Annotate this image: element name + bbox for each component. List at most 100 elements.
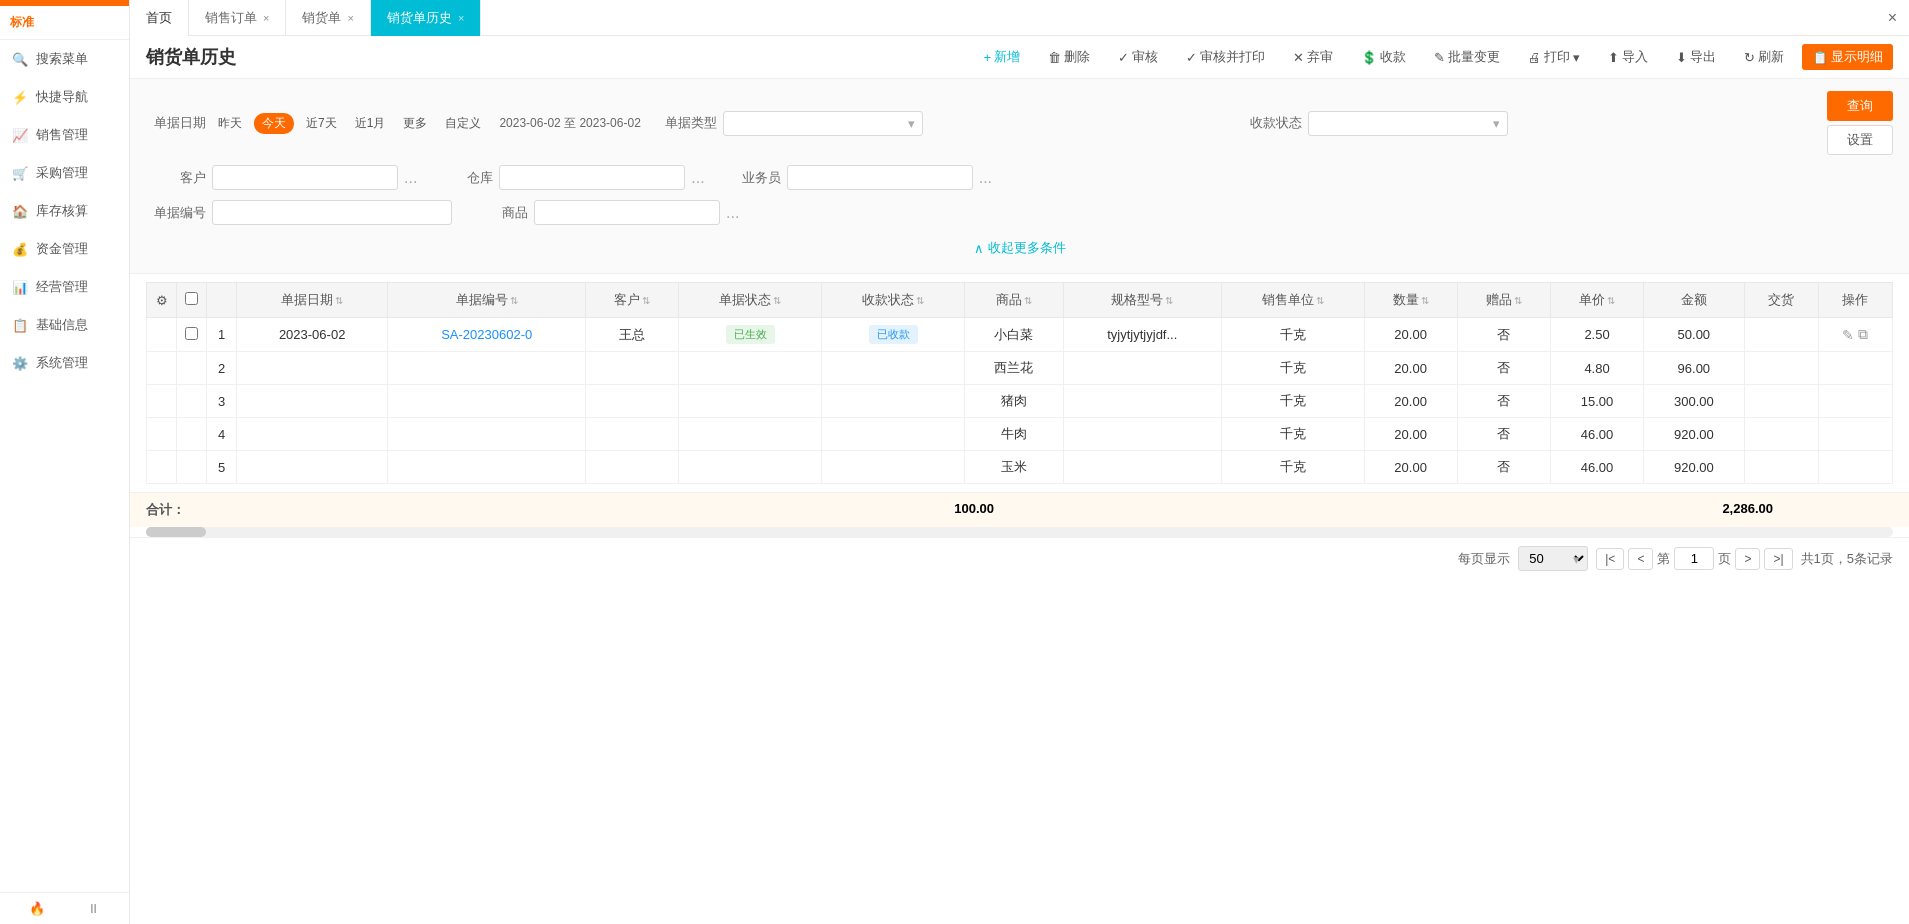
- query-button[interactable]: 查询: [1827, 91, 1893, 121]
- abandon-button[interactable]: ✕ 弃审: [1283, 44, 1343, 70]
- date-btn-1month[interactable]: 近1月: [349, 113, 392, 134]
- date-sort[interactable]: 单据日期 ⇅: [281, 291, 343, 309]
- first-page-button[interactable]: |<: [1596, 548, 1624, 570]
- order-status-sort[interactable]: 单据状态 ⇅: [719, 291, 781, 309]
- customer-sort[interactable]: 客户 ⇅: [614, 291, 650, 309]
- salesperson-input[interactable]: [787, 165, 973, 190]
- export-button[interactable]: ⬇ 导出: [1666, 44, 1726, 70]
- date-btn-today[interactable]: 今天: [254, 113, 294, 134]
- new-button[interactable]: + 新增: [973, 44, 1030, 70]
- col-goods[interactable]: 商品 ⇅: [964, 283, 1063, 318]
- date-btn-7days[interactable]: 近7天: [300, 113, 343, 134]
- receive-button[interactable]: 💲 收款: [1351, 44, 1416, 70]
- goods-dots[interactable]: ...: [726, 204, 739, 222]
- print-button[interactable]: 🖨 打印 ▾: [1518, 44, 1590, 70]
- spec-sort[interactable]: 规格型号 ⇅: [1111, 291, 1173, 309]
- payment-status-sort[interactable]: 收款状态 ⇅: [862, 291, 924, 309]
- row-order-no-cell[interactable]: [388, 385, 586, 418]
- select-all-checkbox[interactable]: [185, 292, 198, 305]
- tab-sales-delivery[interactable]: 销货单 ×: [286, 0, 370, 36]
- collapse-button[interactable]: ∧ 收起更多条件: [974, 239, 1066, 257]
- order-no-link[interactable]: SA-20230602-0: [441, 327, 532, 342]
- row-check-cell[interactable]: [177, 352, 207, 385]
- col-payment-status[interactable]: 收款状态 ⇅: [822, 283, 965, 318]
- row-order-no-cell[interactable]: SA-20230602-0: [388, 318, 586, 352]
- qty-sort[interactable]: 数量 ⇅: [1393, 291, 1429, 309]
- row-check-cell[interactable]: [177, 385, 207, 418]
- sidebar-item-quick-nav[interactable]: ⚡ 快捷导航: [0, 78, 129, 116]
- audit-button[interactable]: ✓ 审核: [1108, 44, 1168, 70]
- sidebar-item-finance[interactable]: 💰 资金管理: [0, 230, 129, 268]
- sidebar-item-base[interactable]: 📋 基础信息: [0, 306, 129, 344]
- row-checkbox[interactable]: [185, 327, 198, 340]
- gift-sort[interactable]: 赠品 ⇅: [1486, 291, 1522, 309]
- settings-gear-icon[interactable]: ⚙: [156, 293, 168, 308]
- sidebar-item-sales[interactable]: 📈 销售管理: [0, 116, 129, 154]
- col-qty[interactable]: 数量 ⇅: [1364, 283, 1457, 318]
- date-btn-yesterday[interactable]: 昨天: [212, 113, 248, 134]
- tab-sales-history[interactable]: 销货单历史 ×: [371, 0, 481, 36]
- sidebar-item-operation[interactable]: 📊 经营管理: [0, 268, 129, 306]
- row-check-cell[interactable]: [177, 418, 207, 451]
- goods-input[interactable]: [534, 200, 720, 225]
- col-unit[interactable]: 销售单位 ⇅: [1221, 283, 1364, 318]
- col-order-status[interactable]: 单据状态 ⇅: [679, 283, 822, 318]
- fire-icon[interactable]: 🔥: [29, 901, 45, 916]
- export-icon: ⬇: [1676, 50, 1687, 65]
- col-check[interactable]: [177, 283, 207, 318]
- order-no-sort[interactable]: 单据编号 ⇅: [456, 291, 518, 309]
- tab-sales-order[interactable]: 销售订单 ×: [189, 0, 286, 36]
- scrollbar-thumb[interactable]: [146, 527, 206, 537]
- salesperson-dots[interactable]: ...: [979, 169, 992, 187]
- row-order-no-cell[interactable]: [388, 352, 586, 385]
- show-detail-button[interactable]: 📋 显示明细: [1802, 44, 1893, 70]
- sidebar-item-search[interactable]: 🔍 搜索菜单: [0, 40, 129, 78]
- unit-sort[interactable]: 销售单位 ⇅: [1262, 291, 1324, 309]
- warehouse-dots[interactable]: ...: [691, 169, 704, 187]
- sidebar-item-system[interactable]: ⚙️ 系统管理: [0, 344, 129, 382]
- customer-input[interactable]: [212, 165, 398, 190]
- prev-page-button[interactable]: <: [1628, 548, 1653, 570]
- page-input[interactable]: [1674, 547, 1714, 570]
- col-spec[interactable]: 规格型号 ⇅: [1063, 283, 1221, 318]
- warehouse-input[interactable]: [499, 165, 685, 190]
- doc-type-select[interactable]: [723, 111, 923, 136]
- payment-status-select[interactable]: [1308, 111, 1508, 136]
- next-page-button[interactable]: >: [1735, 548, 1760, 570]
- delete-button[interactable]: 🗑 删除: [1038, 44, 1100, 70]
- tab-home[interactable]: 首页: [130, 0, 189, 36]
- tab-global-close[interactable]: ×: [1876, 9, 1909, 27]
- horizontal-scrollbar[interactable]: [146, 527, 1893, 537]
- batch-change-button[interactable]: ✎ 批量变更: [1424, 44, 1510, 70]
- col-setting[interactable]: ⚙: [147, 283, 177, 318]
- col-customer[interactable]: 客户 ⇅: [586, 283, 679, 318]
- col-date[interactable]: 单据日期 ⇅: [237, 283, 388, 318]
- row-order-no-cell[interactable]: [388, 451, 586, 484]
- customer-dots[interactable]: ...: [404, 169, 417, 187]
- tab-sales-history-close[interactable]: ×: [458, 12, 464, 24]
- audit-print-button[interactable]: ✓ 审核并打印: [1176, 44, 1275, 70]
- date-btn-more[interactable]: 更多: [397, 113, 433, 134]
- copy-icon[interactable]: ⧉: [1858, 326, 1868, 343]
- col-gift[interactable]: 赠品 ⇅: [1457, 283, 1550, 318]
- goods-sort[interactable]: 商品 ⇅: [996, 291, 1032, 309]
- per-page-select[interactable]: 50 100: [1518, 546, 1588, 571]
- col-order-no[interactable]: 单据编号 ⇅: [388, 283, 586, 318]
- col-price[interactable]: 单价 ⇅: [1550, 283, 1643, 318]
- import-button[interactable]: ⬆ 导入: [1598, 44, 1658, 70]
- row-order-no-cell[interactable]: [388, 418, 586, 451]
- row-check-cell[interactable]: [177, 318, 207, 352]
- refresh-button[interactable]: ↻ 刷新: [1734, 44, 1794, 70]
- tab-sales-order-close[interactable]: ×: [263, 12, 269, 24]
- row-check-cell[interactable]: [177, 451, 207, 484]
- price-sort[interactable]: 单价 ⇅: [1579, 291, 1615, 309]
- sidebar-item-purchase[interactable]: 🛒 采购管理: [0, 154, 129, 192]
- pause-icon[interactable]: ⏸: [87, 901, 100, 916]
- order-no-input[interactable]: [212, 200, 452, 225]
- sidebar-item-inventory[interactable]: 🏠 库存核算: [0, 192, 129, 230]
- date-btn-custom[interactable]: 自定义: [439, 113, 487, 134]
- set-button[interactable]: 设置: [1827, 125, 1893, 155]
- tab-sales-delivery-close[interactable]: ×: [347, 12, 353, 24]
- edit-icon[interactable]: ✎: [1842, 327, 1854, 343]
- last-page-button[interactable]: >|: [1764, 548, 1792, 570]
